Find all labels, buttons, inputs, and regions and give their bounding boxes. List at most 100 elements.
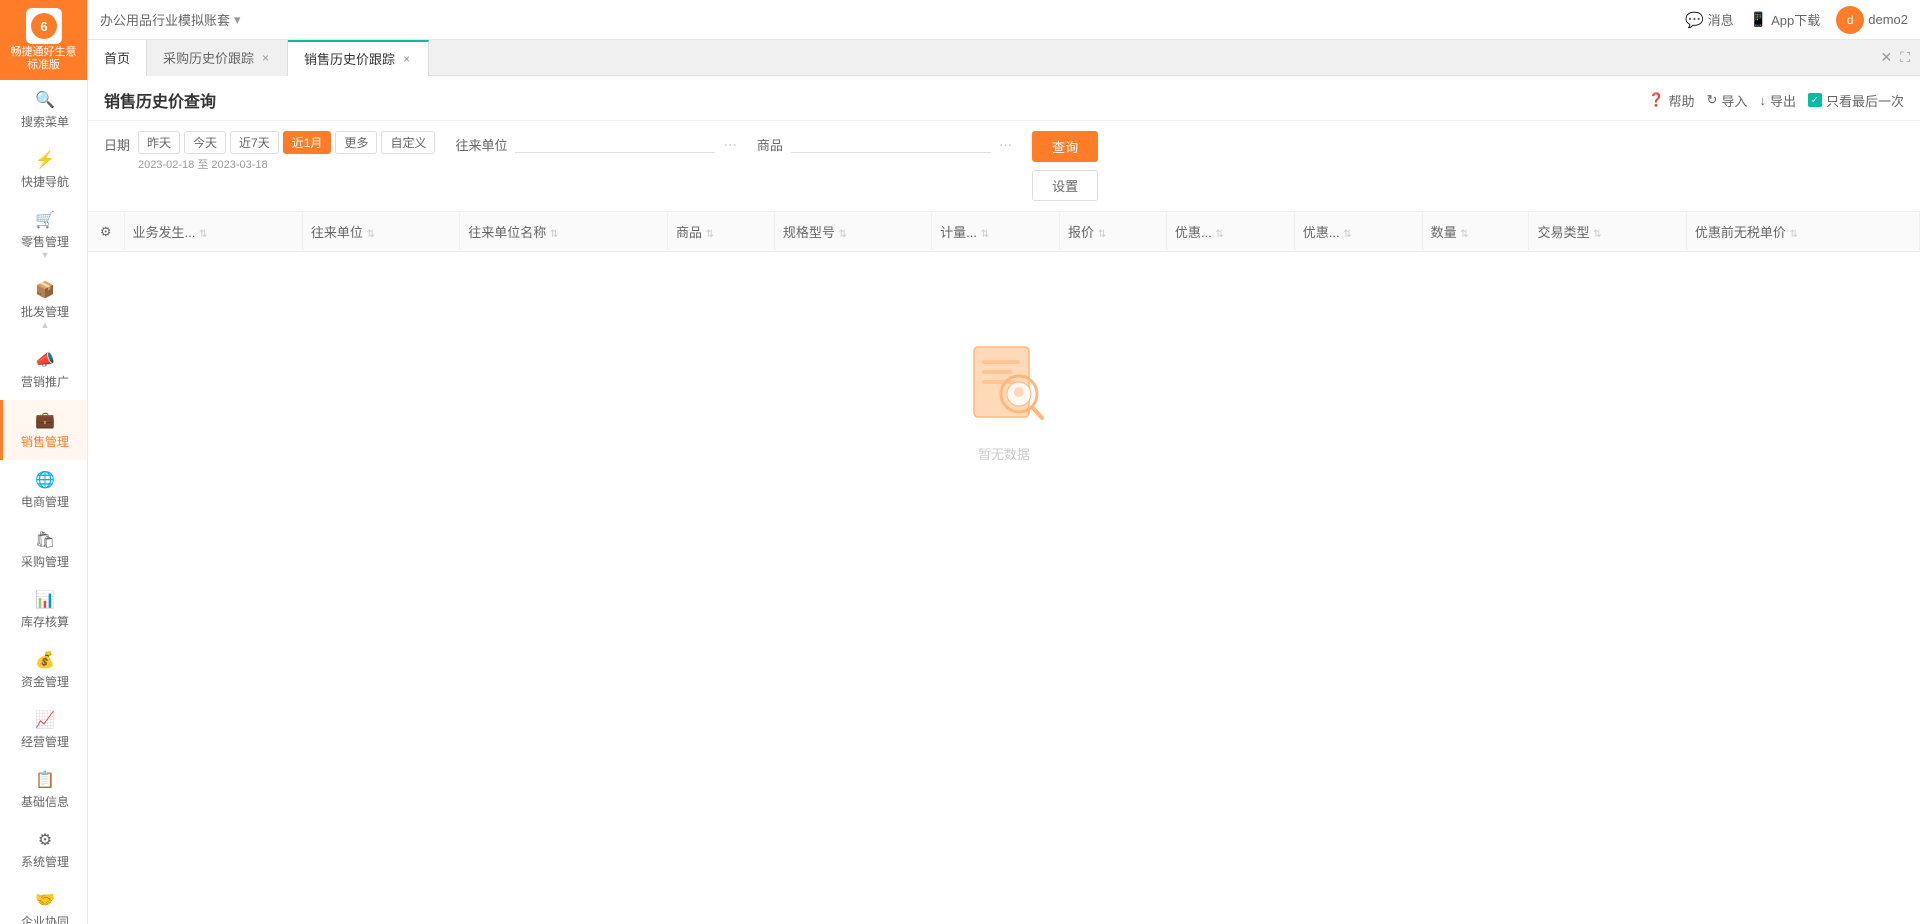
th-partner-name[interactable]: 往来单位名称 ⇅	[460, 212, 668, 252]
th-discount1-label: 优惠...	[1175, 225, 1212, 240]
logo-area: 6 畅捷通好生意 标准版	[0, 0, 87, 80]
tab-purchase-history-close[interactable]: ×	[260, 51, 271, 65]
date-btn-last7[interactable]: 近7天	[230, 131, 279, 154]
data-table: ⚙ 业务发生... ⇅ 往来单位 ⇅ 往来单位名称 ⇅	[88, 212, 1920, 252]
sidebar-item-business-mgmt[interactable]: 📈 经营管理	[0, 700, 87, 760]
sidebar-item-label: 电商管理	[21, 493, 69, 510]
partner-input[interactable]	[515, 131, 715, 153]
empty-state: 暂无数据	[88, 252, 1920, 543]
tab-sales-history-close[interactable]: ×	[401, 52, 412, 66]
tabbar-actions: ✕ ⛶	[1870, 49, 1920, 66]
topbar: 办公用品行业模拟账套 ▾ 💬 消息 📱 App下载 d demo2	[88, 0, 1920, 40]
user-name: demo2	[1868, 12, 1908, 27]
sidebar-item-purchase-mgmt[interactable]: 🛍 采购管理	[0, 520, 87, 580]
partner-input-group: ...	[515, 131, 736, 153]
sort-icon: ⇅	[981, 229, 989, 240]
account-dropdown[interactable]: 办公用品行业模拟账套 ▾	[100, 10, 241, 29]
sidebar-item-retail-mgmt[interactable]: 🛒 零售管理 ▼	[0, 200, 87, 270]
sidebar-item-label: 搜索菜单	[21, 113, 69, 130]
th-quote[interactable]: 报价 ⇅	[1060, 212, 1167, 252]
sidebar-item-sales-mgmt[interactable]: 💼 销售管理	[0, 400, 87, 460]
logo-text: 畅捷通好生意 标准版	[6, 46, 81, 72]
sidebar-item-quick-nav[interactable]: ⚡ 快捷导航	[0, 140, 87, 200]
avatar: d	[1836, 6, 1864, 34]
account-name: 办公用品行业模拟账套	[100, 10, 230, 29]
settings-button[interactable]: 设置	[1032, 170, 1098, 201]
table-header: ⚙ 业务发生... ⇅ 往来单位 ⇅ 往来单位名称 ⇅	[88, 212, 1920, 252]
th-quote-label: 报价	[1068, 225, 1094, 240]
th-discount1[interactable]: 优惠... ⇅	[1166, 212, 1294, 252]
sidebar-item-marketing[interactable]: 📣 营销推广	[0, 340, 87, 400]
tab-sales-history[interactable]: 销售历史价跟踪 ×	[288, 40, 429, 76]
date-btn-custom[interactable]: 自定义	[381, 131, 435, 154]
th-discount2[interactable]: 优惠... ⇅	[1294, 212, 1422, 252]
th-quantity-label: 数量	[1431, 225, 1457, 240]
partner-filter-label: 往来单位	[455, 131, 507, 154]
sort-icon: ⇅	[838, 229, 846, 240]
th-unit[interactable]: 计量... ⇅	[932, 212, 1060, 252]
sidebar-item-enterprise-collab[interactable]: 🤝 企业协同	[0, 880, 87, 924]
date-btn-today[interactable]: 今天	[184, 131, 226, 154]
sidebar-item-basic-info[interactable]: 📋 基础信息	[0, 760, 87, 820]
sidebar-item-inventory[interactable]: 📊 库存核算	[0, 580, 87, 640]
settings-icon: ⚙	[100, 224, 112, 239]
sidebar-item-finance-mgmt[interactable]: 💰 资金管理	[0, 640, 87, 700]
maximize-btn[interactable]: ⛶	[1900, 49, 1910, 66]
sidebar-item-label: 零售管理	[21, 233, 69, 250]
th-settings[interactable]: ⚙	[88, 212, 124, 252]
th-trade-type[interactable]: 交易类型 ⇅	[1529, 212, 1686, 252]
partner-input-dots[interactable]: ...	[723, 133, 736, 151]
app-download-btn[interactable]: 📱 App下载	[1750, 10, 1821, 29]
th-product[interactable]: 商品 ⇅	[668, 212, 775, 252]
import-btn[interactable]: ↻ 导入	[1707, 91, 1748, 110]
basic-info-icon: 📋	[35, 770, 55, 790]
system-mgmt-icon: ⚙	[38, 830, 52, 850]
date-btn-last1m[interactable]: 近1月	[283, 131, 332, 154]
page-title: 销售历史价查询	[104, 88, 216, 112]
sidebar-item-label: 采购管理	[21, 553, 69, 570]
empty-icon	[954, 332, 1054, 432]
sales-mgmt-icon: 💼	[35, 410, 55, 430]
close-all-tabs-btn[interactable]: ✕	[1880, 49, 1892, 66]
th-discount2-label: 优惠...	[1303, 225, 1340, 240]
tab-home[interactable]: 首页	[88, 40, 147, 76]
product-input-dots[interactable]: ...	[999, 133, 1012, 151]
th-pretax-price[interactable]: 优惠前无税单价 ⇅	[1686, 212, 1919, 252]
main-content: 办公用品行业模拟账套 ▾ 💬 消息 📱 App下载 d demo2 首页 采购历…	[88, 0, 1920, 924]
tab-purchase-history[interactable]: 采购历史价跟踪 ×	[147, 40, 288, 76]
sidebar-item-wholesale-mgmt[interactable]: 📦 批发管理 ▲	[0, 270, 87, 340]
sidebar-item-label: 营销推广	[21, 373, 69, 390]
svg-text:6: 6	[40, 19, 47, 34]
filter-area: 日期 昨天 今天 近7天 近1月 更多 自定义 2023-02-18 至 202…	[88, 121, 1920, 212]
sidebar-item-ecommerce-mgmt[interactable]: 🌐 电商管理	[0, 460, 87, 520]
help-btn[interactable]: ❓ 帮助	[1648, 91, 1694, 110]
topbar-right: 💬 消息 📱 App下载 d demo2	[1685, 6, 1908, 34]
date-btn-more[interactable]: 更多	[335, 131, 377, 154]
sort-icon: ⇅	[199, 229, 207, 240]
sidebar-item-system-mgmt[interactable]: ⚙ 系统管理	[0, 820, 87, 880]
th-biz-date[interactable]: 业务发生... ⇅	[124, 212, 302, 252]
wholesale-mgmt-icon: 📦	[35, 280, 55, 300]
query-button[interactable]: 查询	[1032, 131, 1098, 162]
app-download-icon: 📱	[1750, 11, 1767, 28]
th-partner-code-label: 往来单位	[311, 225, 363, 240]
sidebar-item-label: 资金管理	[21, 673, 69, 690]
help-label: 帮助	[1669, 91, 1695, 110]
export-btn[interactable]: ↓ 导出	[1759, 91, 1796, 110]
import-label: 导入	[1721, 91, 1747, 110]
export-icon: ↓	[1759, 93, 1766, 108]
sidebar-item-search-menu[interactable]: 🔍 搜索菜单	[0, 80, 87, 140]
message-btn[interactable]: 💬 消息	[1685, 10, 1734, 29]
only-last-checkbox[interactable]: ✓ 只看最后一次	[1808, 91, 1904, 110]
user-profile[interactable]: d demo2	[1836, 6, 1908, 34]
export-label: 导出	[1770, 91, 1796, 110]
page-actions: ❓ 帮助 ↻ 导入 ↓ 导出 ✓ 只看最后一次	[1648, 91, 1904, 110]
business-mgmt-icon: 📈	[35, 710, 55, 730]
th-spec[interactable]: 规格型号 ⇅	[774, 212, 931, 252]
date-btn-yesterday[interactable]: 昨天	[138, 131, 180, 154]
product-input[interactable]	[791, 131, 991, 153]
search-menu-icon: 🔍	[35, 90, 55, 110]
logo-icon: 6	[26, 8, 62, 44]
th-quantity[interactable]: 数量 ⇅	[1422, 212, 1529, 252]
th-partner-code[interactable]: 往来单位 ⇅	[302, 212, 459, 252]
